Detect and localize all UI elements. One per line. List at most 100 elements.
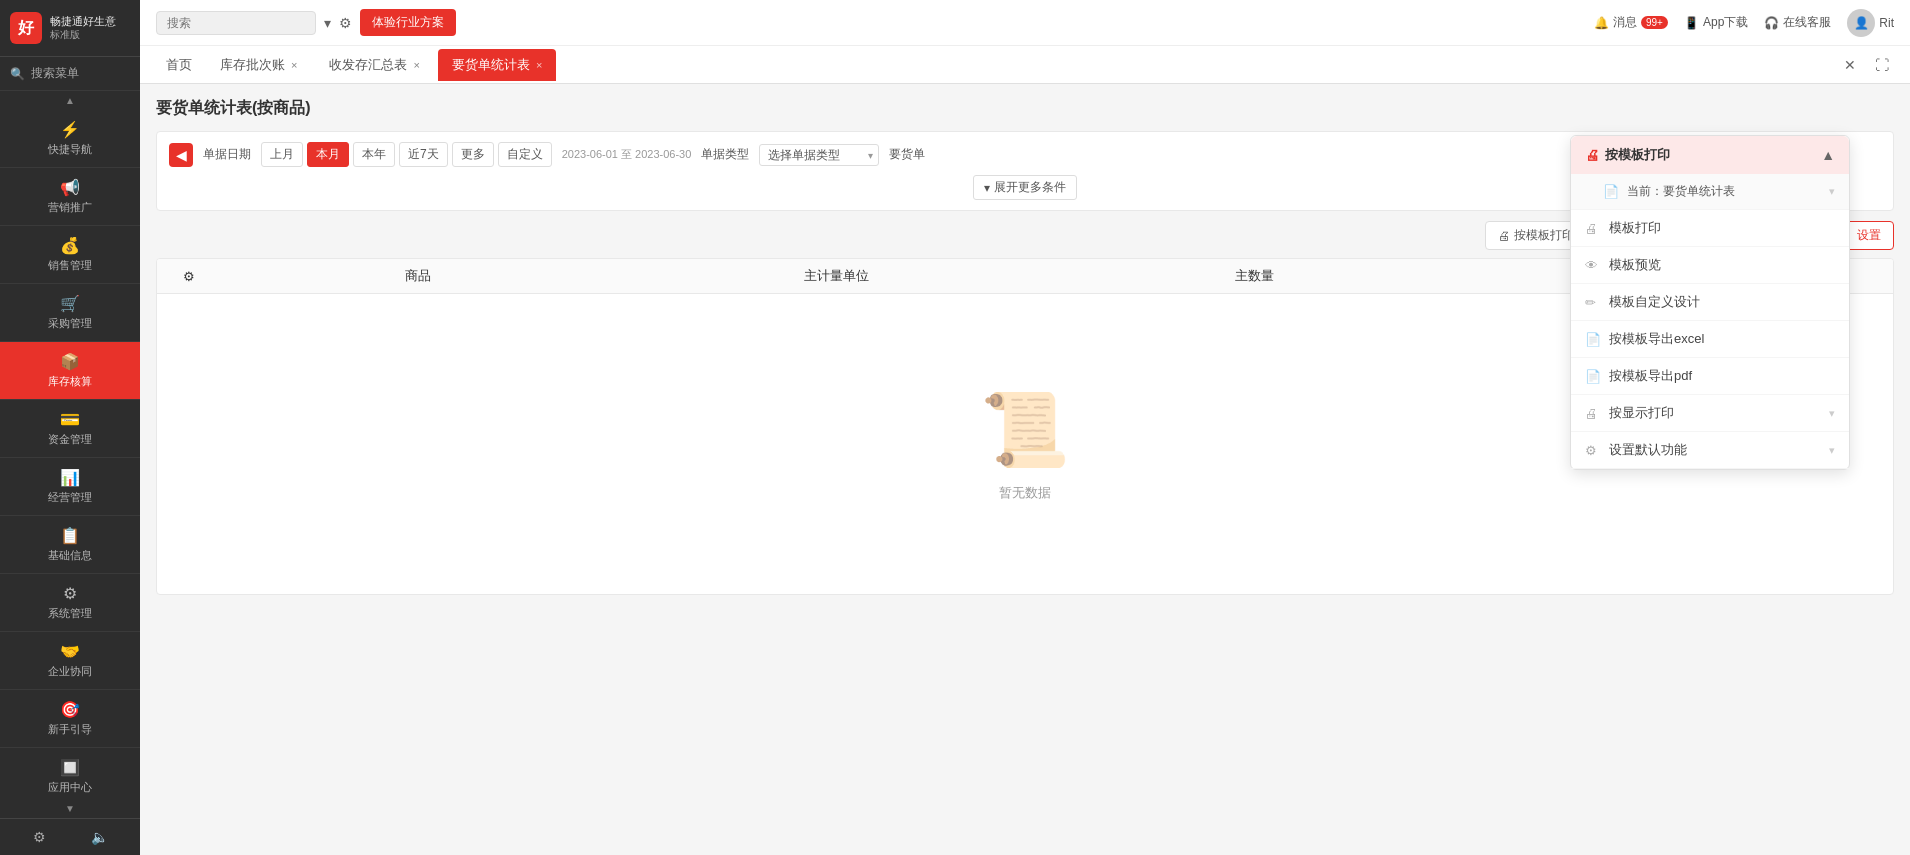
sidebar-item-operation[interactable]: 📊 经营管理 [0, 458, 140, 516]
order-summary-tab-close[interactable]: × [536, 59, 542, 71]
tab-order-summary[interactable]: 要货单统计表 × [438, 49, 556, 81]
sidebar-item-system[interactable]: ⚙ 系统管理 [0, 574, 140, 632]
current-template-icon: 📄 [1603, 184, 1619, 199]
last-7-days-btn[interactable]: 近7天 [399, 142, 448, 167]
sidebar-item-label: 快捷导航 [48, 142, 92, 157]
marketing-icon: 📢 [60, 178, 80, 197]
date-filter-label: 单据日期 [203, 146, 251, 163]
table-header-unit: 主计量单位 [627, 267, 1045, 285]
template-preview-item[interactable]: 👁 模板预览 [1571, 247, 1849, 284]
order-type-label: 单据类型 [701, 146, 749, 163]
tab-batch-account[interactable]: 库存批次账 × [206, 49, 311, 81]
tab-home[interactable]: 首页 [156, 49, 202, 81]
sidebar-item-label: 采购管理 [48, 316, 92, 331]
last-month-btn[interactable]: 上月 [261, 142, 303, 167]
current-template-label: 当前：要货单统计表 [1627, 183, 1821, 200]
search-dropdown-btn[interactable]: ▾ [324, 15, 331, 31]
this-year-btn[interactable]: 本年 [353, 142, 395, 167]
filter-toggle-btn[interactable]: ◀ [169, 143, 193, 167]
sidebar-item-label: 营销推广 [48, 200, 92, 215]
finance-icon: 💳 [60, 410, 80, 429]
settings-footer-btn[interactable]: ⚙ [33, 829, 46, 845]
window-close-btn[interactable]: ✕ [1838, 53, 1862, 77]
template-print-icon: 🖨 [1585, 221, 1601, 236]
settings-btn[interactable]: 设置 [1844, 221, 1894, 250]
sidebar-logo: 好 畅捷通好生意 标准版 [0, 0, 140, 57]
sidebar-item-sales[interactable]: 💰 销售管理 [0, 226, 140, 284]
custom-date-btn[interactable]: 自定义 [498, 142, 552, 167]
sidebar-item-label: 新手引导 [48, 722, 92, 737]
sidebar-item-purchase[interactable]: 🛒 采购管理 [0, 284, 140, 342]
template-export-excel-item[interactable]: 📄 按模板导出excel [1571, 321, 1849, 358]
this-month-btn[interactable]: 本月 [307, 142, 349, 167]
sidebar-item-appstore[interactable]: 🔲 应用中心 [0, 748, 140, 799]
print-btn-label: 按模板打印 [1514, 227, 1574, 244]
sidebar-item-finance[interactable]: 💳 资金管理 [0, 400, 140, 458]
online-service-btn[interactable]: 🎧 在线客服 [1764, 14, 1831, 31]
template-design-label: 模板自定义设计 [1609, 293, 1835, 311]
header-gear-btn[interactable]: ⚙ [339, 15, 352, 31]
print-icon: 🖨 [1498, 229, 1510, 243]
header-left: ▾ ⚙ 体验行业方案 [156, 9, 456, 36]
online-service-label: 在线客服 [1783, 14, 1831, 31]
tab-receipt-summary[interactable]: 收发存汇总表 × [315, 49, 433, 81]
date-buttons: 上月 本月 本年 近7天 更多 自定义 [261, 142, 552, 167]
default-func-item[interactable]: ⚙ 设置默认功能 ▾ [1571, 432, 1849, 469]
display-print-arrow: ▾ [1829, 407, 1835, 420]
dropdown-title-label: 按模板打印 [1605, 146, 1670, 164]
sidebar-item-marketing[interactable]: 📢 营销推广 [0, 168, 140, 226]
dropdown-close-btn[interactable]: ▲ [1821, 147, 1835, 163]
bell-icon: 🔔 [1594, 16, 1609, 30]
batch-account-tab-close[interactable]: × [291, 59, 297, 71]
sidebar-search[interactable]: 🔍 搜索菜单 [0, 57, 140, 91]
app-download-label: App下载 [1703, 14, 1748, 31]
sidebar-scroll-up[interactable]: ▲ [0, 91, 140, 110]
user-profile-btn[interactable]: 👤 Rit [1847, 9, 1894, 37]
template-preview-icon: 👁 [1585, 258, 1601, 273]
window-maximize-btn[interactable]: ⛶ [1870, 53, 1894, 77]
dropdown-header: 🖨 按模板打印 ▲ [1571, 136, 1849, 174]
receipt-summary-tab-close[interactable]: × [413, 59, 419, 71]
sidebar-item-label: 基础信息 [48, 548, 92, 563]
goods-filter-label: 要货单 [889, 146, 925, 163]
trial-industry-btn[interactable]: 体验行业方案 [360, 9, 456, 36]
app-download-btn[interactable]: 📱 App下载 [1684, 14, 1748, 31]
page-title: 要货单统计表(按商品) [156, 98, 1894, 119]
app-name: 畅捷通好生意 [50, 14, 116, 28]
template-print-item[interactable]: 🖨 模板打印 [1571, 210, 1849, 247]
empty-state-icon: 📜 [980, 387, 1070, 472]
table-header-settings[interactable]: ⚙ [169, 269, 209, 284]
sidebar-item-label: 系统管理 [48, 606, 92, 621]
display-print-item[interactable]: 🖨 按显示打印 ▾ [1571, 395, 1849, 432]
empty-state: 📜 暂无数据 [980, 327, 1070, 562]
inventory-icon: 📦 [60, 352, 80, 371]
sidebar-item-inventory[interactable]: 📦 库存核算 [0, 342, 140, 400]
sidebar-scroll-down[interactable]: ▼ [0, 799, 140, 818]
expand-more-btn[interactable]: ▾ 展开更多条件 [973, 175, 1077, 200]
mobile-icon: 📱 [1684, 16, 1699, 30]
notification-btn[interactable]: 🔔 消息 99+ [1594, 14, 1668, 31]
sidebar-search-label: 搜索菜单 [31, 65, 79, 82]
template-export-pdf-label: 按模板导出pdf [1609, 367, 1835, 385]
headset-icon: 🎧 [1764, 16, 1779, 30]
display-print-icon: 🖨 [1585, 406, 1601, 421]
sidebar-item-label: 经营管理 [48, 490, 92, 505]
sidebar-item-basic[interactable]: 📋 基础信息 [0, 516, 140, 574]
home-tab-label: 首页 [166, 56, 192, 74]
speaker-footer-btn[interactable]: 🔈 [91, 829, 108, 845]
dropdown-title: 🖨 按模板打印 [1585, 146, 1670, 164]
sidebar-item-guide[interactable]: 🎯 新手引导 [0, 690, 140, 748]
header-right: 🔔 消息 99+ 📱 App下载 🎧 在线客服 👤 Rit [1594, 9, 1894, 37]
current-template-item[interactable]: 📄 当前：要货单统计表 ▾ [1571, 174, 1849, 210]
top-search-input[interactable] [156, 11, 316, 35]
sidebar-item-collab[interactable]: 🤝 企业协同 [0, 632, 140, 690]
order-type-select[interactable]: 选择单据类型 [759, 144, 879, 166]
sidebar-item-label: 库存核算 [48, 374, 92, 389]
template-design-item[interactable]: ✏ 模板自定义设计 [1571, 284, 1849, 321]
quick-nav-icon: ⚡ [60, 120, 80, 139]
template-export-pdf-item[interactable]: 📄 按模板导出pdf [1571, 358, 1849, 395]
system-icon: ⚙ [63, 584, 77, 603]
more-date-btn[interactable]: 更多 [452, 142, 494, 167]
sidebar-item-quick-nav[interactable]: ⚡ 快捷导航 [0, 110, 140, 168]
template-export-pdf-icon: 📄 [1585, 369, 1601, 384]
